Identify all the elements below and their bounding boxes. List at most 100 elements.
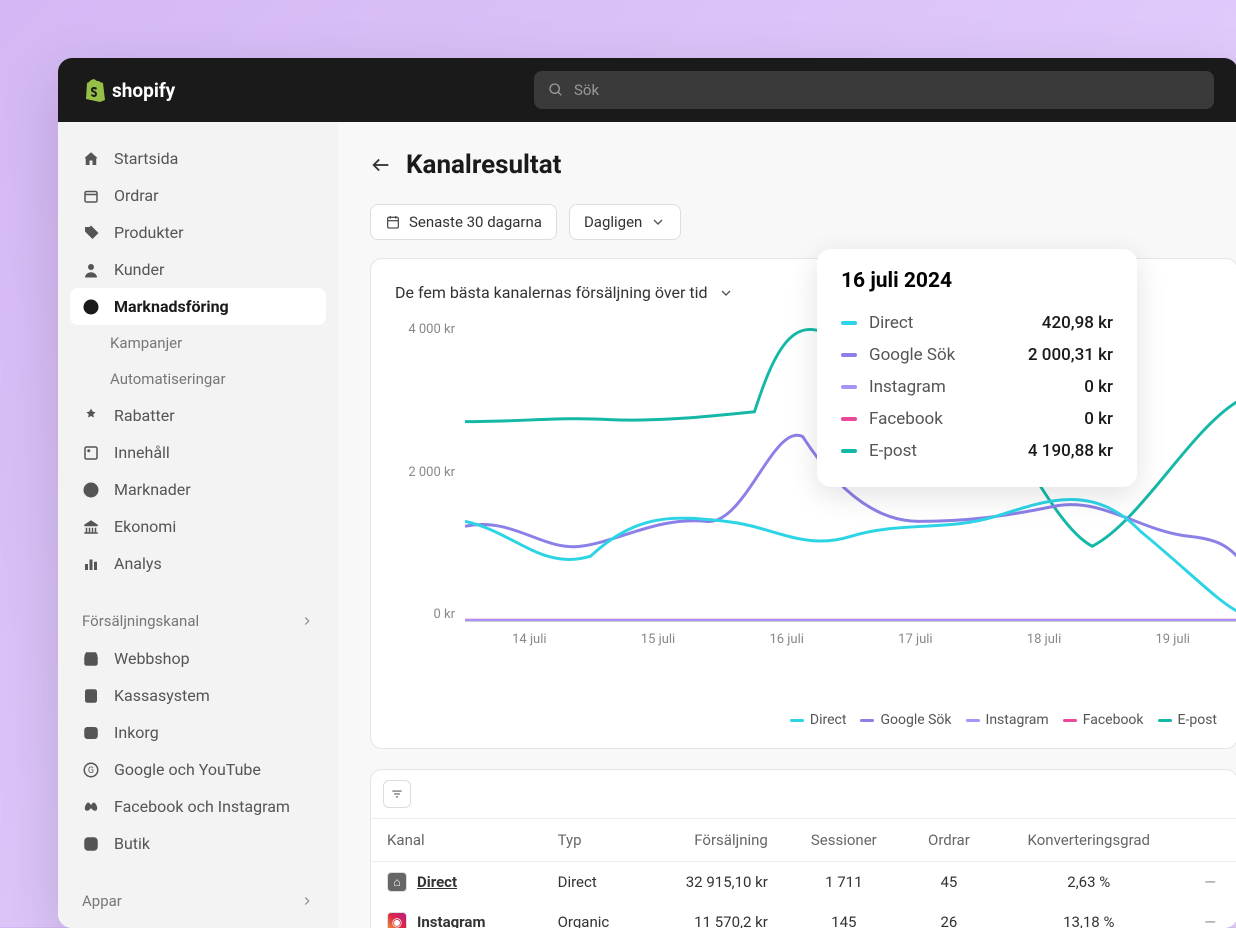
- tooltip-row: Facebook0 kr: [841, 403, 1113, 435]
- y-axis-labels: 4 000 kr 2 000 kr 0 kr: [395, 322, 455, 622]
- th-orders[interactable]: Ordrar: [904, 819, 994, 862]
- legend-label: Instagram: [986, 712, 1049, 728]
- meta-icon: [82, 798, 100, 816]
- th-sales[interactable]: Försäljning: [644, 819, 784, 862]
- legend-item[interactable]: Google Sök: [860, 712, 951, 728]
- main-content: Kanalresultat Senaste 30 dagarna Daglige…: [338, 122, 1236, 928]
- sidebar-item-analytics[interactable]: Analys: [70, 545, 326, 582]
- tooltip-label: Google Sök: [869, 345, 955, 365]
- tooltip-swatch: [841, 321, 857, 325]
- table-row[interactable]: ◉Instagram Organic 11 570,2 kr 145 26 13…: [371, 902, 1236, 928]
- nav-label: Kassasystem: [114, 686, 210, 705]
- channel-icon: ⌂: [387, 872, 407, 892]
- sidebar-item-customers[interactable]: Kunder: [70, 251, 326, 288]
- chart-tooltip: 16 juli 2024 Direct420,98 krGoogle Sök2 …: [817, 249, 1137, 487]
- nav-label: Ordrar: [114, 186, 159, 205]
- chart-title: De fem bästa kanalernas försäljning över…: [395, 283, 708, 302]
- sidebar-item-markets[interactable]: Marknader: [70, 471, 326, 508]
- channel-name[interactable]: Instagram: [417, 913, 485, 928]
- channel-shop[interactable]: Butik: [70, 825, 326, 862]
- channel-google[interactable]: GGoogle och YouTube: [70, 751, 326, 788]
- x-label: 14 juli: [465, 632, 594, 647]
- pos-icon: [82, 687, 100, 705]
- sidebar-item-automations[interactable]: Automatiseringar: [70, 361, 326, 397]
- date-range-selector[interactable]: Senaste 30 dagarna: [370, 204, 557, 240]
- nav-label: Facebook och Instagram: [114, 797, 290, 816]
- tooltip-row: Google Sök2 000,31 kr: [841, 339, 1113, 371]
- y-label: 0 kr: [395, 607, 455, 622]
- tooltip-label: Direct: [869, 313, 913, 333]
- channel-webshop[interactable]: Webbshop: [70, 640, 326, 677]
- legend-item[interactable]: E-post: [1158, 712, 1217, 728]
- channel-name[interactable]: Direct: [417, 873, 457, 891]
- shopify-logo[interactable]: shopify: [82, 77, 175, 103]
- page-title: Kanalresultat: [406, 150, 561, 180]
- inbox-icon: [82, 724, 100, 742]
- chevron-down-icon: [718, 285, 734, 301]
- nav-label: Webbshop: [114, 649, 190, 668]
- shop-icon: [82, 835, 100, 853]
- tooltip-swatch: [841, 385, 857, 389]
- x-label: 16 juli: [722, 632, 851, 647]
- sidebar-item-marketing[interactable]: Marknadsföring: [70, 288, 326, 325]
- legend-item[interactable]: Facebook: [1063, 712, 1144, 728]
- tooltip-value: 420,98 kr: [1042, 313, 1113, 333]
- cell-sales: 11 570,2 kr: [644, 902, 784, 928]
- orders-icon: [82, 187, 100, 205]
- table-row[interactable]: ⌂Direct Direct 32 915,10 kr 1 711 45 2,6…: [371, 862, 1236, 903]
- granularity-selector[interactable]: Dagligen: [569, 204, 681, 240]
- sidebar-item-orders[interactable]: Ordrar: [70, 177, 326, 214]
- chart-card: De fem bästa kanalernas försäljning över…: [370, 258, 1236, 749]
- table-filter-button[interactable]: [383, 780, 411, 808]
- sidebar-item-home[interactable]: Startsida: [70, 140, 326, 177]
- sidebar-item-campaigns[interactable]: Kampanjer: [70, 325, 326, 361]
- brand-text: shopify: [112, 79, 175, 102]
- section-label: Appar: [82, 892, 122, 910]
- nav-label: Produkter: [114, 223, 184, 242]
- sidebar-item-finance[interactable]: Ekonomi: [70, 508, 326, 545]
- table-header-row: Kanal Typ Försäljning Sessioner Ordrar K…: [371, 819, 1236, 862]
- th-sessions[interactable]: Sessioner: [784, 819, 904, 862]
- legend-swatch: [860, 719, 874, 722]
- nav-label: Google och YouTube: [114, 760, 261, 779]
- th-type[interactable]: Typ: [542, 819, 644, 862]
- filter-icon: [390, 787, 404, 801]
- tag-icon: [82, 224, 100, 242]
- y-label: 4 000 kr: [395, 322, 455, 337]
- channel-facebook[interactable]: Facebook och Instagram: [70, 788, 326, 825]
- cell-extra: —: [1183, 862, 1236, 903]
- tooltip-label: Facebook: [869, 409, 943, 429]
- th-conversion[interactable]: Konverteringsgrad: [994, 819, 1183, 862]
- legend-item[interactable]: Instagram: [966, 712, 1049, 728]
- tooltip-swatch: [841, 417, 857, 421]
- chevron-right-icon: [300, 894, 314, 908]
- legend-label: E-post: [1178, 712, 1217, 728]
- home-icon: [82, 150, 100, 168]
- legend-swatch: [1063, 719, 1077, 722]
- th-channel[interactable]: Kanal: [371, 819, 542, 862]
- sales-channels-header[interactable]: Försäljningskanal: [70, 602, 326, 640]
- channel-pos[interactable]: Kassasystem: [70, 677, 326, 714]
- search-placeholder: Sök: [574, 81, 599, 99]
- legend-item[interactable]: Direct: [790, 712, 847, 728]
- legend-swatch: [966, 719, 980, 722]
- nav-label: Analys: [114, 554, 162, 573]
- sidebar-item-content[interactable]: Innehåll: [70, 434, 326, 471]
- nav-label: Marknadsföring: [114, 297, 229, 316]
- back-arrow-icon[interactable]: [370, 154, 392, 176]
- legend-swatch: [1158, 719, 1172, 722]
- sidebar-item-discounts[interactable]: Rabatter: [70, 397, 326, 434]
- apps-header[interactable]: Appar: [70, 882, 326, 920]
- tooltip-swatch: [841, 353, 857, 357]
- tooltip-label: Instagram: [869, 377, 946, 397]
- legend-swatch: [790, 719, 804, 722]
- search-input[interactable]: Sök: [534, 71, 1214, 109]
- y-label: 2 000 kr: [395, 465, 455, 480]
- x-label: 15 juli: [594, 632, 723, 647]
- channel-inbox[interactable]: Inkorg: [70, 714, 326, 751]
- sidebar-item-products[interactable]: Produkter: [70, 214, 326, 251]
- filter-label: Senaste 30 dagarna: [409, 213, 542, 231]
- channel-icon: ◉: [387, 912, 407, 928]
- chevron-right-icon: [300, 614, 314, 628]
- tooltip-swatch: [841, 449, 857, 453]
